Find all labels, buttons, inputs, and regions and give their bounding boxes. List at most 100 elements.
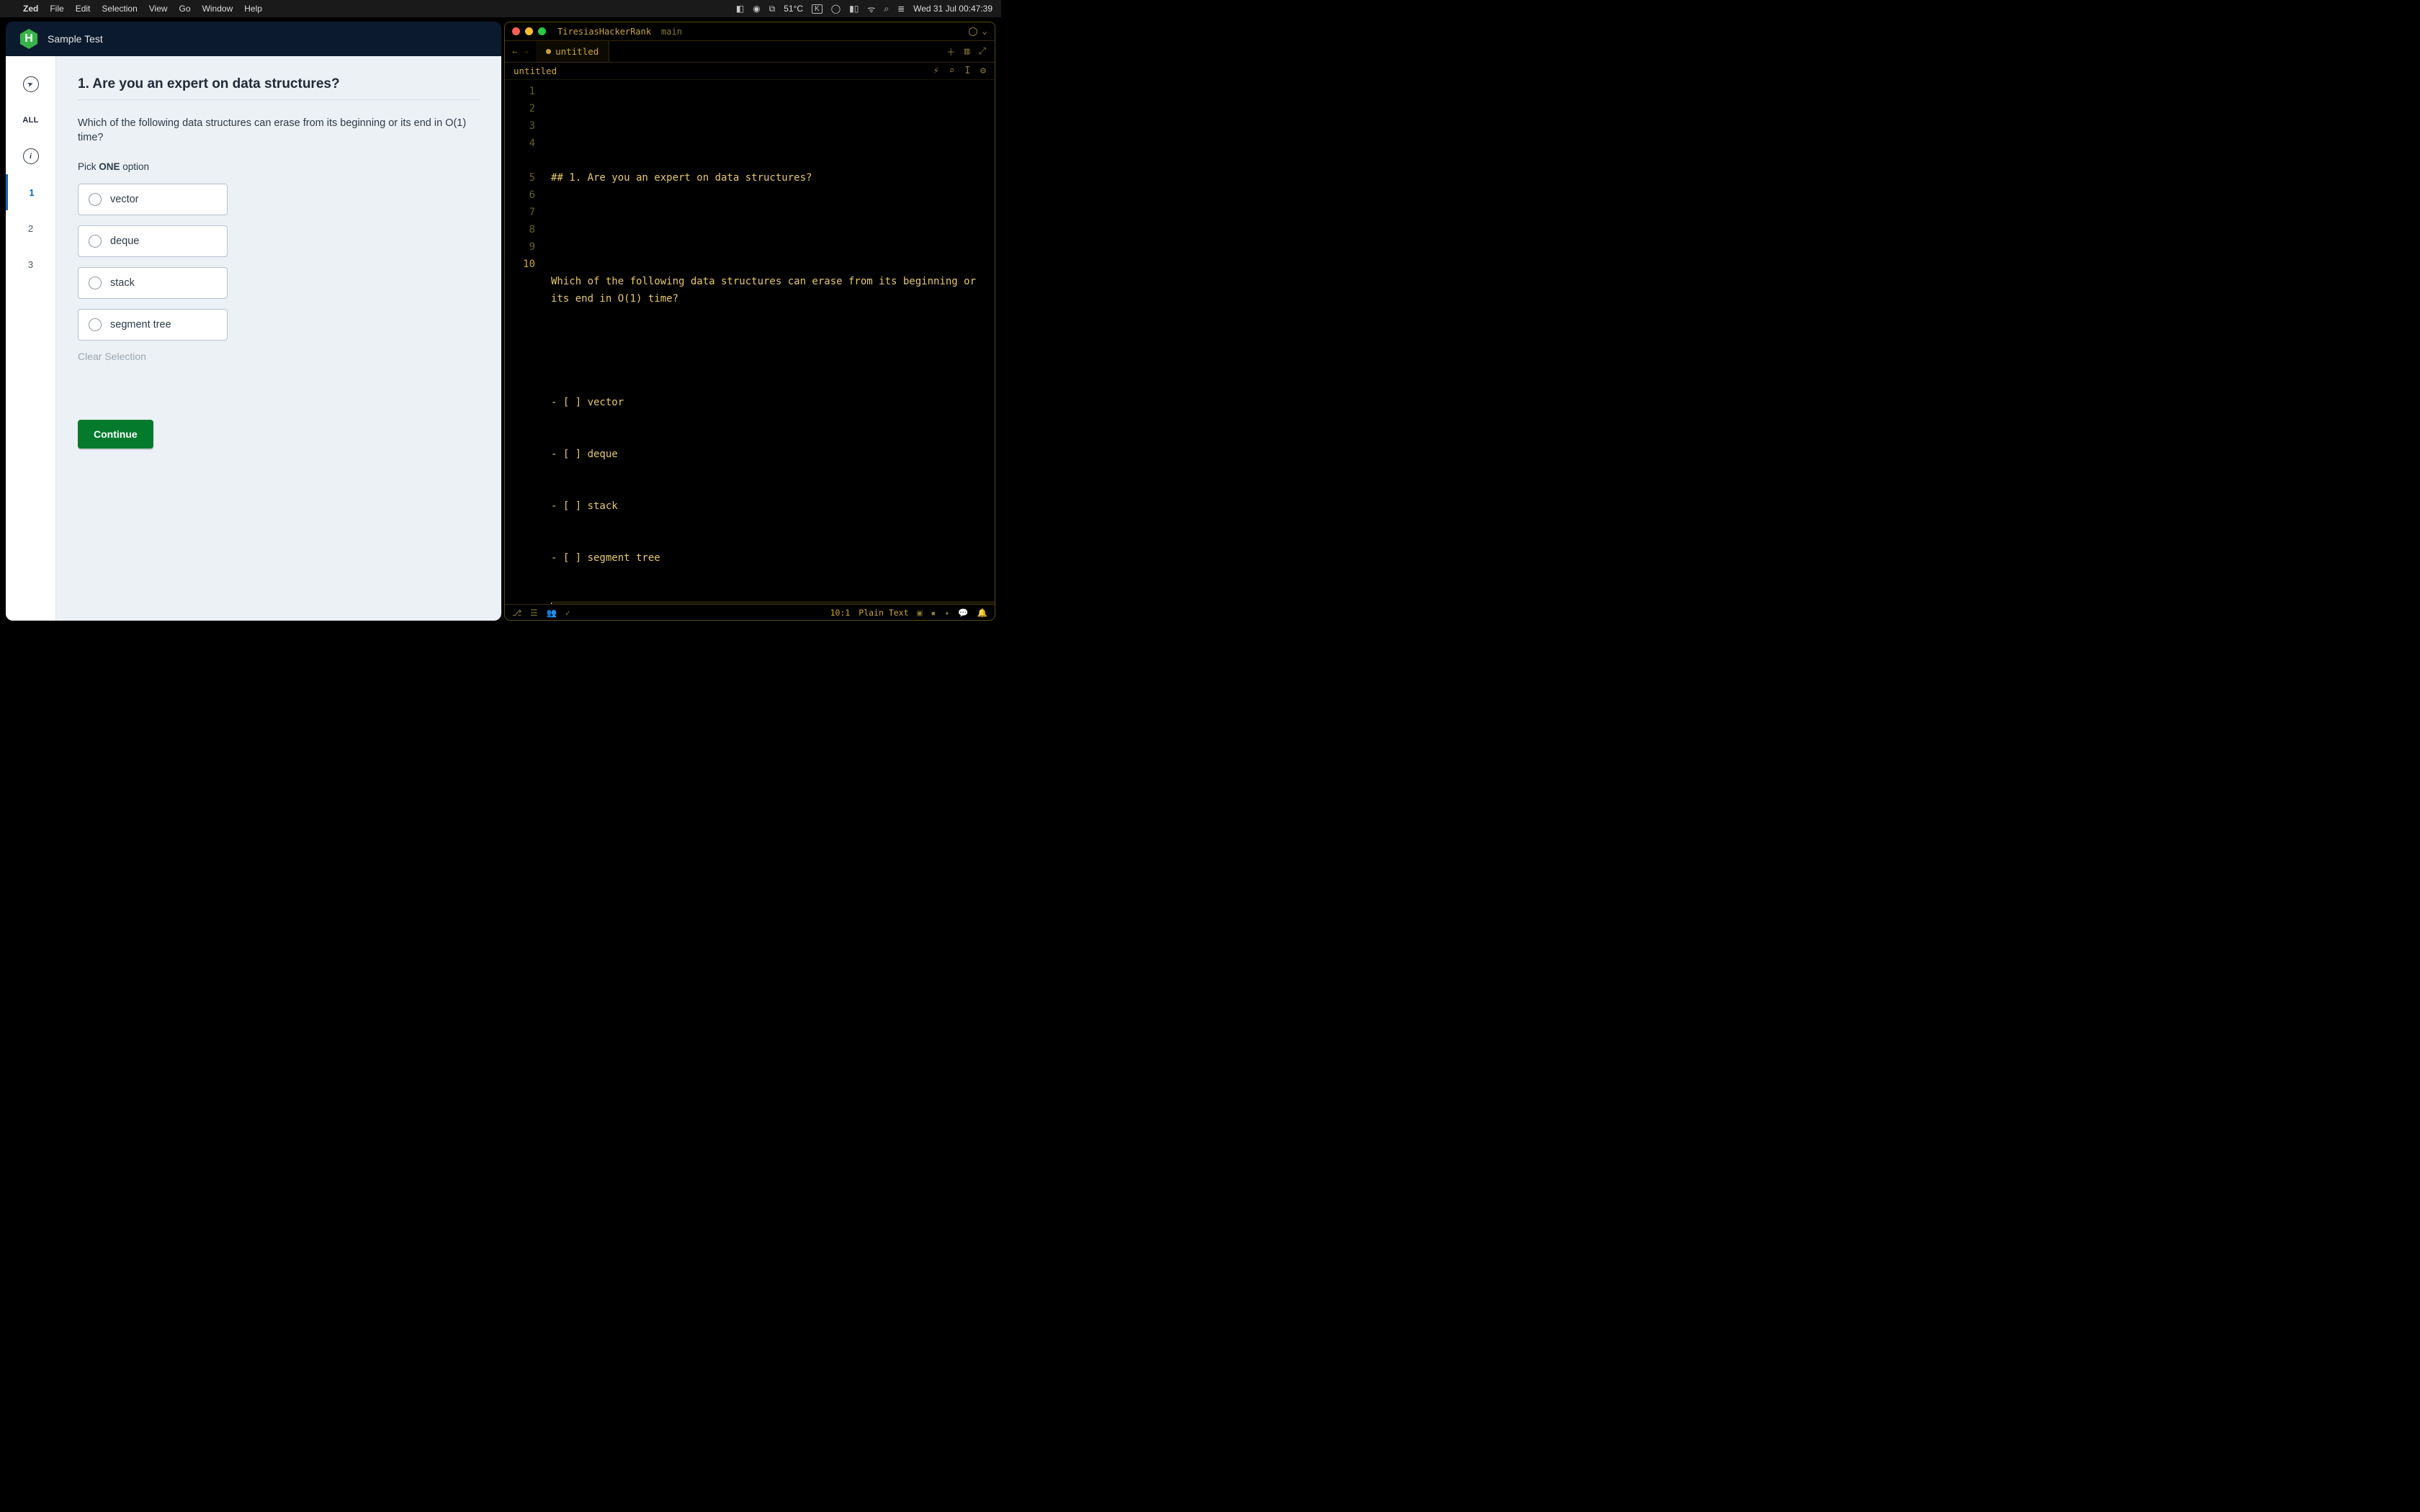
- code-line: - [ ] deque: [551, 446, 995, 463]
- question-instruction: Pick ONE option: [78, 161, 480, 172]
- split-pane-icon[interactable]: ▥: [964, 46, 970, 57]
- option-label: deque: [110, 235, 139, 247]
- screencast-icon[interactable]: ◧: [736, 4, 744, 14]
- diagnostics-check-icon[interactable]: ✓: [565, 608, 570, 618]
- instruction-post: option: [120, 161, 150, 172]
- zed-window: TiresiasHackerRank main ← → untitled ＋ ▥…: [504, 22, 995, 621]
- menubar-k-badge[interactable]: K: [812, 4, 823, 14]
- zed-breadcrumb-bar: untitled ⚡ ⌕ I ⚙: [505, 63, 995, 80]
- sidebar-question-3[interactable]: 3: [6, 246, 55, 282]
- heading-divider: [78, 99, 480, 100]
- nav-back-icon[interactable]: ←: [512, 46, 518, 57]
- hackerrank-logo-icon: H: [19, 29, 39, 49]
- tab-dirty-dot-icon: [546, 49, 551, 54]
- status-circle-icon[interactable]: ◉: [753, 4, 760, 14]
- clear-selection-link[interactable]: Clear Selection: [78, 351, 480, 362]
- question-heading: 1. Are you an expert on data structures?: [78, 76, 480, 92]
- outline-panel-icon[interactable]: ☰: [530, 608, 537, 618]
- radio-icon: [89, 193, 102, 206]
- text-cursor-icon[interactable]: I: [964, 66, 970, 76]
- menubar-item-view[interactable]: View: [149, 4, 168, 14]
- option-segment-tree[interactable]: segment tree: [78, 309, 228, 341]
- macos-menubar: Zed File Edit Selection View Go Window H…: [0, 0, 1001, 17]
- instruction-bold: ONE: [99, 161, 120, 172]
- menubar-item-help[interactable]: Help: [244, 4, 262, 14]
- option-deque[interactable]: deque: [78, 225, 228, 257]
- chat-icon[interactable]: 💬: [958, 608, 968, 618]
- menubar-item-window[interactable]: Window: [202, 4, 233, 14]
- window-minimize-icon[interactable]: [525, 27, 533, 35]
- zed-branch-name[interactable]: main: [661, 27, 682, 37]
- code-line: - [ ] vector: [551, 394, 995, 411]
- zed-statusbar: ⎇ ☰ 👥 ✓ 10:1 Plain Text ▣ ▪ ✦ 💬 🔔: [505, 604, 995, 620]
- option-vector[interactable]: vector: [78, 184, 228, 215]
- window-traffic-lights: [512, 27, 546, 35]
- menubar-clock[interactable]: Wed 31 Jul 00:47:39: [913, 4, 992, 14]
- code-line: ## 1. Are you an expert on data structur…: [551, 169, 995, 186]
- notifications-icon[interactable]: 🔔: [977, 608, 987, 618]
- question-sidebar: ALL 1 2 3: [6, 56, 56, 621]
- cursor-position[interactable]: 10:1: [830, 608, 851, 618]
- settings-icon[interactable]: ⚙: [980, 66, 986, 76]
- control-center-icon[interactable]: ≣: [897, 4, 905, 14]
- tab-label: untitled: [555, 46, 599, 57]
- search-icon[interactable]: ⌕: [884, 4, 889, 14]
- zed-editor-area[interactable]: 1 2 3 4 5 6 7 8 9 10 ## 1. Are you an ex…: [505, 80, 995, 604]
- sidebar-info[interactable]: [6, 138, 55, 174]
- radio-icon: [89, 276, 102, 289]
- new-tab-icon[interactable]: ＋: [946, 45, 956, 58]
- sidebar-question-2[interactable]: 2: [6, 210, 55, 246]
- radio-icon: [89, 235, 102, 248]
- code-line: - [ ] stack: [551, 498, 995, 515]
- stats-icon[interactable]: ⧉: [769, 4, 776, 14]
- search-icon[interactable]: ⌕: [949, 66, 955, 76]
- breadcrumb-path[interactable]: untitled: [514, 66, 557, 76]
- collab-panel-icon[interactable]: 👥: [547, 608, 557, 618]
- zed-titlebar-circle-icon[interactable]: [969, 27, 977, 36]
- wifi-icon[interactable]: ᯤ: [867, 3, 875, 15]
- option-label: stack: [110, 277, 135, 289]
- menubar-item-go[interactable]: Go: [179, 4, 191, 14]
- copilot-icon[interactable]: ▣: [918, 608, 923, 618]
- option-label: vector: [110, 194, 139, 205]
- project-panel-icon[interactable]: ⎇: [512, 608, 521, 618]
- zed-tabbar: ← → untitled ＋ ▥ ⤢: [505, 41, 995, 63]
- line-number-gutter: 1 2 3 4 5 6 7 8 9 10: [505, 80, 542, 604]
- menubar-item-file[interactable]: File: [50, 4, 63, 14]
- menubar-item-selection[interactable]: Selection: [102, 4, 137, 14]
- code-line: [551, 117, 995, 135]
- code-line: - [ ] segment tree: [551, 549, 995, 567]
- question-body: Which of the following data structures c…: [78, 116, 480, 145]
- sidebar-compass[interactable]: [6, 66, 55, 102]
- sidebar-all-label: ALL: [22, 116, 38, 125]
- code-content[interactable]: ## 1. Are you an expert on data structur…: [542, 80, 995, 604]
- hackerrank-window: H Sample Test ALL 1 2 3 1. Are you an ex…: [6, 22, 501, 621]
- play-circle-icon[interactable]: ◯: [831, 4, 841, 14]
- nav-forward-icon[interactable]: →: [524, 46, 529, 57]
- continue-button[interactable]: Continue: [78, 420, 153, 449]
- zed-project-name[interactable]: TiresiasHackerRank: [557, 27, 651, 37]
- menubar-item-edit[interactable]: Edit: [76, 4, 91, 14]
- radio-icon: [89, 318, 102, 331]
- ai-sparkle-icon[interactable]: ✦: [944, 608, 949, 618]
- menubar-app-name[interactable]: Zed: [23, 4, 38, 14]
- menubar-temperature[interactable]: 51°C: [784, 4, 803, 14]
- expand-icon[interactable]: ⤢: [979, 46, 986, 57]
- window-maximize-icon[interactable]: [538, 27, 546, 35]
- zed-tab-untitled[interactable]: untitled: [536, 41, 609, 62]
- hackerrank-header: H Sample Test: [6, 22, 501, 56]
- zed-titlebar-chevron-icon[interactable]: [982, 26, 987, 37]
- code-line: [551, 221, 995, 238]
- battery-icon[interactable]: ▮▯: [849, 4, 859, 14]
- sidebar-all[interactable]: ALL: [6, 102, 55, 138]
- question-content: 1. Are you an expert on data structures?…: [56, 56, 501, 621]
- language-mode[interactable]: Plain Text: [859, 608, 908, 618]
- terminal-icon[interactable]: ▪: [931, 608, 936, 618]
- hackerrank-title: Sample Test: [48, 33, 103, 45]
- instruction-pre: Pick: [78, 161, 99, 172]
- window-close-icon[interactable]: [512, 27, 520, 35]
- sidebar-question-1[interactable]: 1: [6, 174, 55, 210]
- code-line: Which of the following data structures c…: [551, 273, 995, 307]
- assistant-icon[interactable]: ⚡: [933, 66, 939, 76]
- option-stack[interactable]: stack: [78, 267, 228, 299]
